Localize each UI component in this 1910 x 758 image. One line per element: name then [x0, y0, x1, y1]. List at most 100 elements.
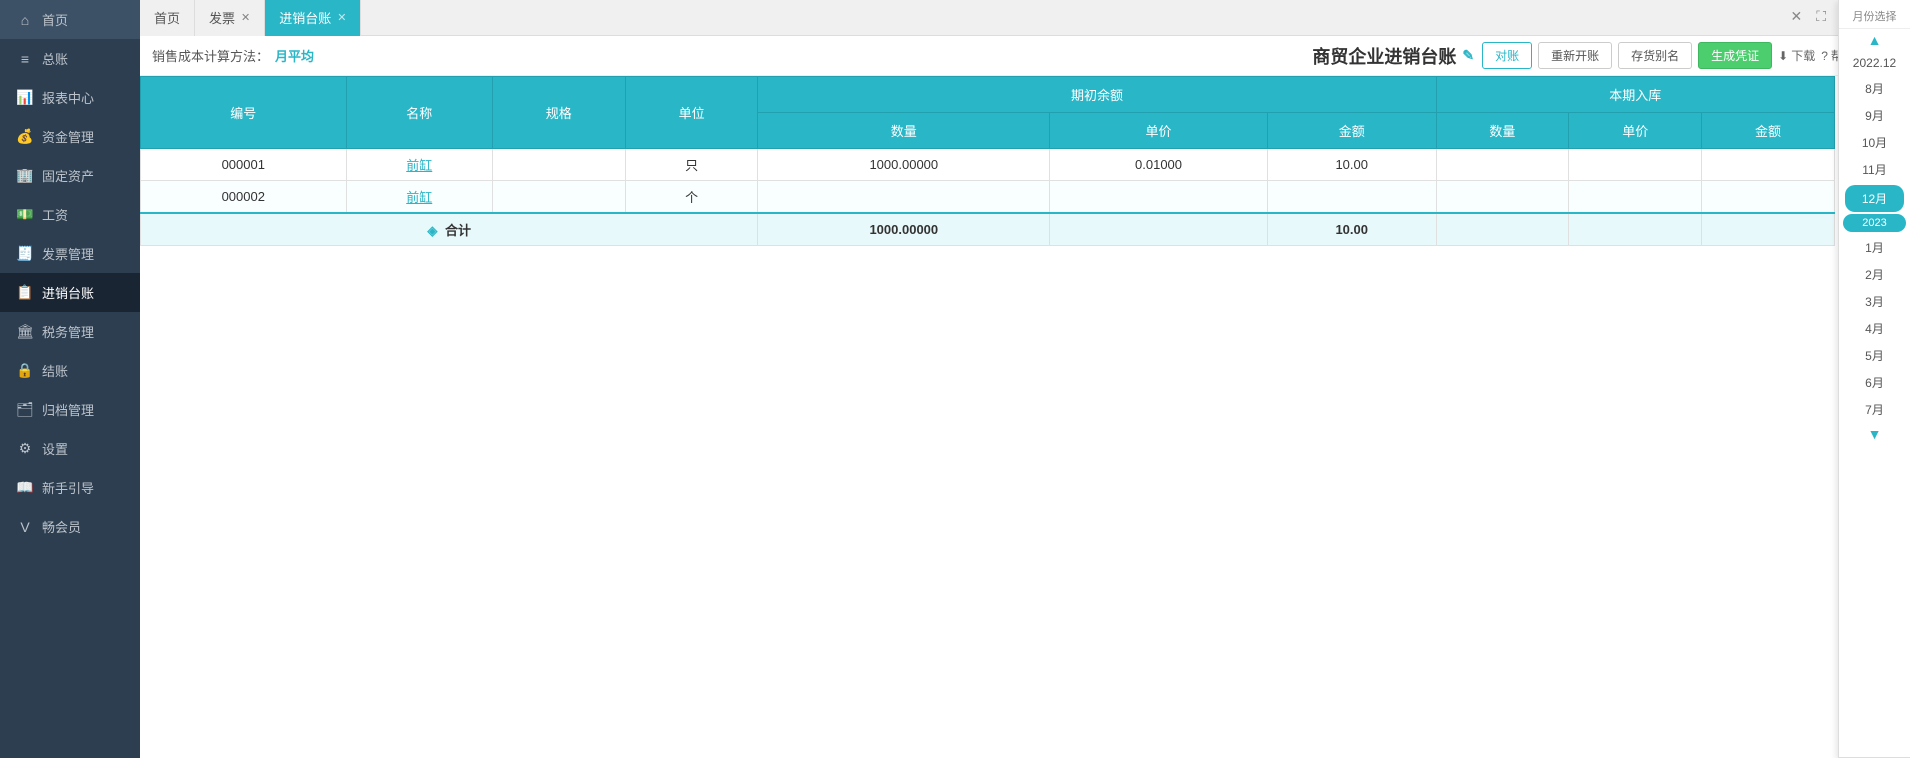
row1-unit: 只	[625, 149, 758, 181]
sidebar-item-purchase-sales[interactable]: 📋 进销台账	[0, 273, 140, 312]
month-item-10[interactable]: 10月	[1839, 129, 1910, 156]
window-controls: ✕ ⛶	[1786, 6, 1830, 27]
row2-start-qty	[758, 181, 1050, 214]
total-row: ◈ 合计 1000.00000 10.00	[141, 213, 1835, 246]
row1-start-amount: 10.00	[1267, 149, 1436, 181]
sidebar-item-label: 税务管理	[42, 322, 94, 341]
payroll-icon: 💵	[16, 206, 34, 223]
table-row: 000001 前缸 只 1000.00000 0.01000 10.00	[141, 149, 1835, 181]
row2-spec	[492, 181, 625, 214]
month-next-button[interactable]: ▼	[1839, 423, 1910, 445]
row2-code: 000002	[141, 181, 347, 214]
month-item-8[interactable]: 8月	[1839, 75, 1910, 102]
sidebar-item-tax[interactable]: 🏛 税务管理	[0, 312, 140, 351]
tab-purchase-sales-close[interactable]: ✕	[337, 11, 346, 24]
row1-name: 前缸	[346, 149, 492, 181]
download-label: 下载	[1791, 47, 1815, 64]
sidebar-item-reports[interactable]: 📊 报表中心	[0, 78, 140, 117]
table-row: 000002 前缸 个	[141, 181, 1835, 214]
close-accounts-icon: 🔒	[16, 362, 34, 379]
sidebar-item-close-accounts[interactable]: 🔒 结账	[0, 351, 140, 390]
generate-voucher-button[interactable]: 生成凭证	[1698, 42, 1772, 69]
content-area: 编号 名称 规格 单位 期初余额 本期入库 数量 单价 金额 数量 单价 金额	[140, 76, 1910, 758]
month-item-11[interactable]: 11月	[1839, 156, 1910, 183]
sidebar-item-assets[interactable]: 🏢 固定资产	[0, 156, 140, 195]
total-label: ◈ 合计	[141, 213, 758, 246]
guide-icon: 📖	[16, 479, 34, 496]
month-year-2022: 2022.12	[1839, 51, 1910, 75]
help-icon: ?	[1821, 49, 1828, 63]
duizhang-button[interactable]: 对账	[1482, 42, 1532, 69]
toolbar-right: 对账 重新开账 存货别名 生成凭证 ⬇ 下载 ? 帮助 ↻ 刷新	[1482, 42, 1898, 69]
in-amount-header: 金额	[1702, 113, 1835, 149]
sidebar-item-settings[interactable]: ⚙ 设置	[0, 429, 140, 468]
tab-bar: 首页 发票 ✕ 进销台账 ✕	[140, 0, 1910, 36]
purchase-sales-icon: 📋	[16, 284, 34, 301]
reopen-button[interactable]: 重新开账	[1538, 42, 1612, 69]
month-item-12[interactable]: 12月	[1845, 185, 1904, 212]
invoice-mgmt-icon: 🧾	[16, 245, 34, 262]
row1-code: 000001	[141, 149, 347, 181]
start-amount-header: 金额	[1267, 113, 1436, 149]
month-item-9[interactable]: 9月	[1839, 102, 1910, 129]
month-item-1[interactable]: 1月	[1839, 234, 1910, 261]
tax-icon: 🏛	[16, 323, 34, 340]
sidebar-item-label: 总账	[42, 49, 68, 68]
row1-start-qty: 1000.00000	[758, 149, 1050, 181]
month-item-2[interactable]: 2月	[1839, 261, 1910, 288]
cost-method-value: 月平均	[275, 46, 314, 65]
col-unit-header: 单位	[625, 77, 758, 149]
purchase-sales-table: 编号 名称 规格 单位 期初余额 本期入库 数量 单价 金额 数量 单价 金额	[140, 76, 1835, 246]
fullscreen-button[interactable]: ⛶	[1812, 6, 1830, 27]
sidebar-item-label: 畅会员	[42, 517, 81, 536]
col-spec-header: 规格	[492, 77, 625, 149]
row2-in-price	[1569, 181, 1702, 214]
total-start-price	[1050, 213, 1268, 246]
sidebar-item-label: 新手引导	[42, 478, 94, 497]
tab-invoice-label: 发票	[209, 8, 235, 27]
sidebar-item-payroll[interactable]: 💵 工资	[0, 195, 140, 234]
archive-icon: 🗂	[16, 401, 34, 418]
home-icon: ⌂	[16, 12, 34, 28]
download-icon: ⬇	[1778, 49, 1788, 63]
total-text: 合计	[445, 223, 471, 238]
col-code-header: 编号	[141, 77, 347, 149]
sidebar: ⌂ 首页 ≡ 总账 📊 报表中心 💰 资金管理 🏢 固定资产 💵 工资 🧾 发票…	[0, 0, 140, 758]
current-in-header: 本期入库	[1436, 77, 1834, 113]
period-start-header: 期初余额	[758, 77, 1436, 113]
sidebar-item-guide[interactable]: 📖 新手引导	[0, 468, 140, 507]
sidebar-item-ledger[interactable]: ≡ 总账	[0, 39, 140, 78]
tab-purchase-sales[interactable]: 进销台账 ✕	[265, 0, 361, 36]
month-item-4[interactable]: 4月	[1839, 315, 1910, 342]
total-start-qty: 1000.00000	[758, 213, 1050, 246]
month-prev-button[interactable]: ▲	[1839, 29, 1910, 51]
sidebar-item-archive[interactable]: 🗂 归档管理	[0, 390, 140, 429]
row1-in-amount	[1702, 149, 1835, 181]
sidebar-item-member[interactable]: V 畅会员	[0, 507, 140, 546]
sidebar-item-home[interactable]: ⌂ 首页	[0, 0, 140, 39]
download-button[interactable]: ⬇ 下载	[1778, 47, 1815, 64]
row2-start-price	[1050, 181, 1268, 214]
sidebar-item-label: 归档管理	[42, 400, 94, 419]
tab-home[interactable]: 首页	[140, 0, 195, 36]
assets-icon: 🏢	[16, 167, 34, 184]
month-item-5[interactable]: 5月	[1839, 342, 1910, 369]
main-area: ✕ ⛶ 首页 发票 ✕ 进销台账 ✕ 销售成本计算方法： 月平均 商贸企业进销台…	[140, 0, 1910, 758]
row2-name: 前缸	[346, 181, 492, 214]
close-window-button[interactable]: ✕	[1786, 6, 1806, 27]
edit-title-icon[interactable]: ✎	[1462, 47, 1474, 64]
sidebar-item-invoice-mgmt[interactable]: 🧾 发票管理	[0, 234, 140, 273]
in-qty-header: 数量	[1436, 113, 1569, 149]
sidebar-item-label: 发票管理	[42, 244, 94, 263]
month-item-3[interactable]: 3月	[1839, 288, 1910, 315]
save-alias-button[interactable]: 存货别名	[1618, 42, 1692, 69]
ledger-icon: ≡	[16, 51, 34, 67]
tab-invoice-close[interactable]: ✕	[241, 11, 250, 24]
settings-icon: ⚙	[16, 440, 34, 457]
month-item-7[interactable]: 7月	[1839, 396, 1910, 423]
month-panel: 月份选择 ▲ 2022.12 8月 9月 10月 11月 12月 2023 1月…	[1838, 0, 1910, 758]
sidebar-item-funds[interactable]: 💰 资金管理	[0, 117, 140, 156]
month-item-6[interactable]: 6月	[1839, 369, 1910, 396]
start-qty-header: 数量	[758, 113, 1050, 149]
tab-invoice[interactable]: 发票 ✕	[195, 0, 265, 36]
